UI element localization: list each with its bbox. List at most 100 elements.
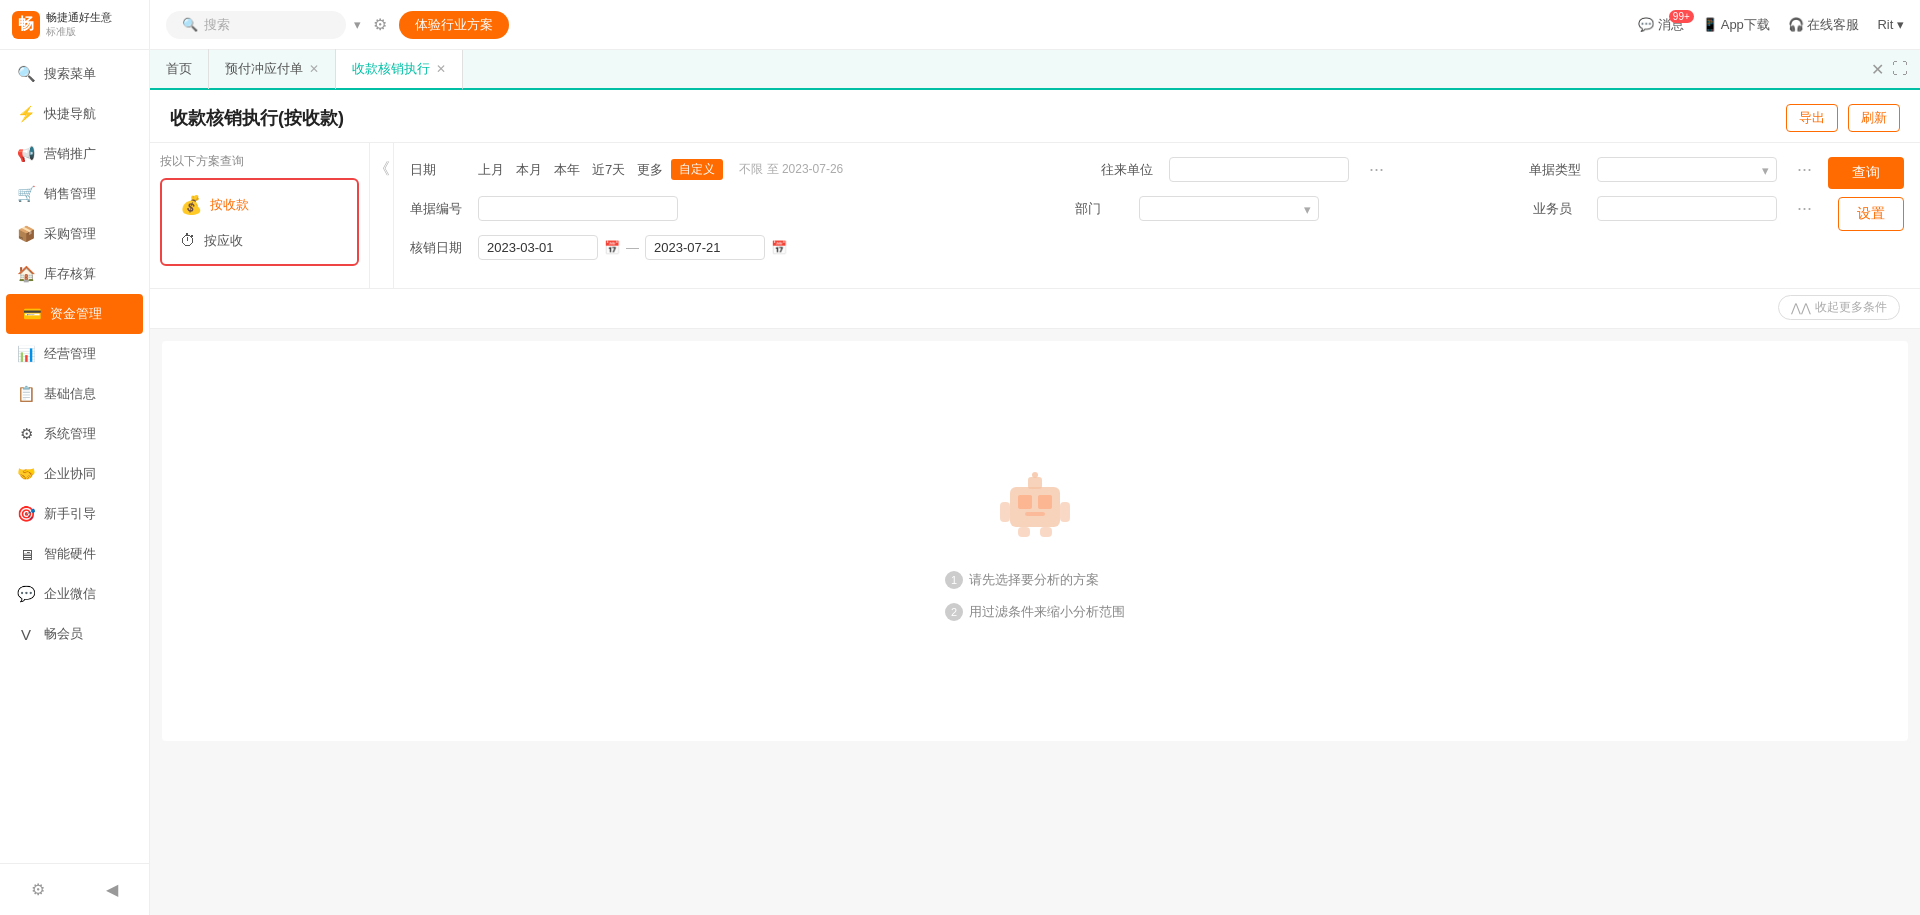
- tab-1[interactable]: 预付冲应付单✕: [209, 49, 336, 89]
- nav-icon-1: ⚡: [16, 104, 36, 124]
- tab-close-1[interactable]: ✕: [309, 62, 319, 76]
- nav-icon-14: V: [16, 624, 36, 644]
- writeoff-date-range: 📅 — 📅: [478, 235, 787, 260]
- filter-option-by-receivable[interactable]: ⏱ 按应收: [168, 224, 351, 258]
- sidebar-item-企业微信[interactable]: 💬企业微信: [0, 574, 149, 614]
- date-separator: —: [626, 240, 639, 255]
- last-month-btn[interactable]: 上月: [474, 159, 508, 181]
- app-label: App下载: [1721, 17, 1770, 32]
- sidebar-item-企业协同[interactable]: 🤝企业协同: [0, 454, 149, 494]
- sidebar-nav: 🔍 搜索菜单 ⚡快捷导航📢营销推广🛒销售管理📦采购管理 🏠 库存核算 💳资金管理 📊 经营管理…: [0, 50, 149, 863]
- app-download-button[interactable]: 📱 App下载: [1702, 16, 1770, 34]
- sidebar-item-新手引导[interactable]: 🎯新手引导: [0, 494, 149, 534]
- salesperson-label: 业务员: [1533, 200, 1581, 218]
- filter-collapse-toggle[interactable]: 《: [370, 143, 394, 288]
- tab-2[interactable]: 收款核销执行 ✕: [336, 50, 463, 90]
- close-tab-icon[interactable]: ✕: [1871, 60, 1884, 79]
- by-receivable-label: 按应收: [204, 232, 243, 250]
- tab-controls: ✕ ⛶: [1859, 60, 1920, 79]
- sidebar-item-基础信息[interactable]: 📋基础信息: [0, 374, 149, 414]
- message-button[interactable]: 💬 消息 99+: [1638, 16, 1684, 34]
- nav-icon-0: 🔍: [16, 64, 36, 84]
- svg-rect-7: [1060, 502, 1070, 522]
- sidebar-item-智能硬件[interactable]: 🖥智能硬件: [0, 534, 149, 574]
- doc-type-select[interactable]: [1597, 157, 1777, 182]
- salesperson-input[interactable]: [1597, 196, 1777, 221]
- filter-scheme-title: 按以下方案查询: [160, 153, 359, 170]
- nav-label-5: 库存核算: [44, 265, 96, 283]
- nav-label-7: 经营管理: [44, 345, 96, 363]
- sidebar-item-采购管理[interactable]: 📦采购管理: [0, 214, 149, 254]
- last-7days-btn[interactable]: 近7天: [588, 159, 629, 181]
- nav-icon-7: 📊: [16, 344, 36, 364]
- sidebar-item-库存核算[interactable]: 🏠 库存核算: [0, 254, 149, 294]
- this-month-btn[interactable]: 本月: [512, 159, 546, 181]
- sidebar-logo: 畅 畅捷通好生意 标准版: [0, 0, 149, 50]
- refresh-button[interactable]: 刷新: [1848, 104, 1900, 132]
- settings-icon[interactable]: ⚙: [25, 874, 51, 905]
- tab-bar: 首页预付冲应付单✕ 收款核销执行 ✕ ✕ ⛶: [150, 50, 1920, 90]
- nav-label-8: 基础信息: [44, 385, 96, 403]
- svg-rect-3: [1025, 512, 1045, 516]
- tab-close-2[interactable]: ✕: [436, 62, 446, 76]
- topbar-right: 💬 消息 99+ 📱 App下载 🎧 在线客服 Rit ▾: [1638, 16, 1904, 34]
- receivable-icon: ⏱: [180, 232, 196, 250]
- user-menu-button[interactable]: Rit ▾: [1877, 17, 1904, 32]
- svg-rect-8: [1018, 527, 1030, 537]
- nav-icon-5: 🏠: [16, 264, 36, 284]
- end-calendar-icon[interactable]: 📅: [771, 240, 787, 255]
- sidebar-item-畅会员[interactable]: V畅会员: [0, 614, 149, 654]
- sidebar-item-营销推广[interactable]: 📢营销推广: [0, 134, 149, 174]
- page-title: 收款核销执行(按收款): [170, 106, 344, 130]
- nav-icon-9: ⚙: [16, 424, 36, 444]
- sidebar-item-系统管理[interactable]: ⚙系统管理: [0, 414, 149, 454]
- user-name: Rit: [1877, 17, 1893, 32]
- collapse-sidebar-icon[interactable]: ◀: [100, 874, 124, 905]
- counterparty-input[interactable]: [1169, 157, 1349, 182]
- search-placeholder: 搜索: [204, 16, 230, 34]
- topbar-gear-icon[interactable]: ⚙: [373, 15, 387, 34]
- filter-action-buttons: 查询 设置: [1828, 143, 1920, 288]
- writeoff-date-end-input[interactable]: [645, 235, 765, 260]
- writeoff-date-start-input[interactable]: [478, 235, 598, 260]
- custom-date-btn[interactable]: 自定义: [671, 159, 723, 180]
- nav-label-10: 企业协同: [44, 465, 96, 483]
- collapse-more-button[interactable]: ⋀⋀ 收起更多条件: [1778, 295, 1900, 320]
- nav-label-0: 搜索菜单: [44, 65, 96, 83]
- app-icon: 📱: [1702, 17, 1718, 32]
- search-dropdown-icon[interactable]: ▾: [354, 17, 361, 32]
- page-header: 收款核销执行(按收款) 导出 刷新: [150, 90, 1920, 143]
- empty-state: 1 请先选择要分析的方案 2 用过滤条件来缩小分析范围: [925, 397, 1145, 685]
- filter-option-by-receipt[interactable]: 💰 按收款: [168, 186, 351, 224]
- query-button[interactable]: 查询: [1828, 157, 1904, 189]
- more-date-btn[interactable]: 更多: [633, 159, 667, 181]
- app-logo-icon: 畅: [12, 11, 40, 39]
- salesperson-more-icon[interactable]: ···: [1797, 198, 1812, 219]
- expand-tab-icon[interactable]: ⛶: [1892, 60, 1908, 78]
- online-service-button[interactable]: 🎧 在线客服: [1788, 16, 1860, 34]
- start-calendar-icon[interactable]: 📅: [604, 240, 620, 255]
- nav-label-13: 企业微信: [44, 585, 96, 603]
- doc-number-input[interactable]: [478, 196, 678, 221]
- counterparty-more-icon[interactable]: ···: [1369, 159, 1384, 180]
- doc-type-more-icon[interactable]: ···: [1797, 159, 1812, 180]
- tab-label-2: 收款核销执行: [352, 60, 430, 78]
- sidebar-item-快捷导航[interactable]: ⚡快捷导航: [0, 94, 149, 134]
- nav-label-6: 资金管理: [50, 305, 102, 323]
- industry-solution-button[interactable]: 体验行业方案: [399, 11, 509, 39]
- content-area: 收款核销执行(按收款) 导出 刷新 按以下方案查询 💰 按收款 ⏱ 按应收: [150, 90, 1920, 915]
- doc-type-label: 单据类型: [1529, 161, 1581, 179]
- department-select[interactable]: [1139, 196, 1319, 221]
- setting-button[interactable]: 设置: [1838, 197, 1904, 231]
- sidebar-item-搜索菜单[interactable]: 🔍 搜索菜单: [0, 54, 149, 94]
- this-year-btn[interactable]: 本年: [550, 159, 584, 181]
- search-box[interactable]: 🔍 搜索: [166, 11, 346, 39]
- date-shortcuts: 上月 本月 本年 近7天 更多 自定义: [474, 159, 723, 181]
- sidebar-item-经营管理[interactable]: 📊 经营管理: [0, 334, 149, 374]
- sidebar-item-资金管理[interactable]: 💳资金管理: [6, 294, 143, 334]
- sidebar-item-销售管理[interactable]: 🛒销售管理: [0, 174, 149, 214]
- table-area: 1 请先选择要分析的方案 2 用过滤条件来缩小分析范围: [162, 341, 1908, 741]
- tab-0[interactable]: 首页: [150, 49, 209, 89]
- export-button[interactable]: 导出: [1786, 104, 1838, 132]
- doc-number-label: 单据编号: [410, 200, 462, 218]
